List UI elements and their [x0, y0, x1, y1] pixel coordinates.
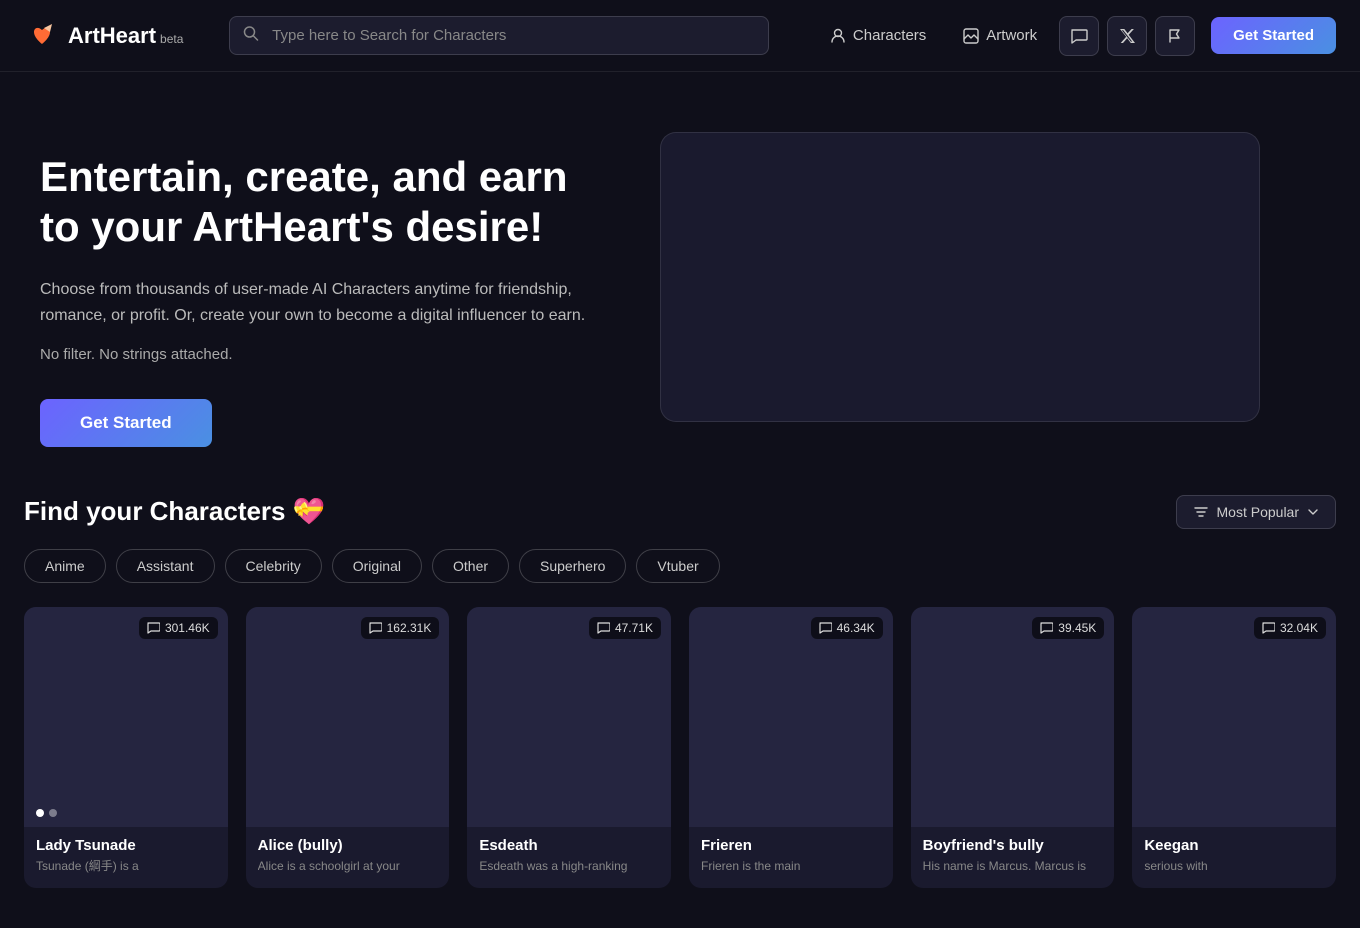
nav-right: Characters Artwork Get Started — [815, 16, 1336, 56]
nav-get-started-button[interactable]: Get Started — [1211, 17, 1336, 54]
card-image: 39.45K — [911, 607, 1115, 827]
card-dots — [36, 809, 57, 817]
filter-tag-celebrity[interactable]: Celebrity — [225, 549, 322, 583]
twitter-x-icon — [1119, 28, 1135, 44]
hero-section: Entertain, create, and earn to your ArtH… — [0, 72, 1360, 487]
card-name: Esdeath — [479, 837, 659, 854]
hero-tagline: No filter. No strings attached. — [40, 346, 600, 363]
characters-nav-icon — [829, 27, 847, 45]
card-body: Esdeath Esdeath was a high-ranking — [467, 827, 671, 889]
filter-tag-superhero[interactable]: Superhero — [519, 549, 626, 583]
card-description: Alice is a schoolgirl at your — [258, 858, 438, 875]
card-4[interactable]: 46.34K Frieren Frieren is the main — [689, 607, 893, 889]
card-image: 162.31K — [246, 607, 450, 827]
card-3[interactable]: 47.71K Esdeath Esdeath was a high-ranking — [467, 607, 671, 889]
card-count-badge: 301.46K — [139, 617, 218, 639]
card-count-badge: 47.71K — [589, 617, 661, 639]
find-characters-section: Find your Characters 💝 Most Popular Anim… — [0, 487, 1360, 583]
card-2[interactable]: 162.31K Alice (bully) Alice is a schoolgir… — [246, 607, 450, 889]
brand-name: ArtHeartbeta — [68, 23, 183, 49]
card-6[interactable]: 32.04K Keegan serious with — [1132, 607, 1336, 889]
twitter-icon-btn[interactable] — [1107, 16, 1147, 56]
card-1[interactable]: 301.46K Lady Tsunade Tsunade (綱手) is a — [24, 607, 228, 889]
flag-icon — [1167, 28, 1183, 44]
card-name: Lady Tsunade — [36, 837, 216, 854]
search-icon — [243, 25, 259, 46]
card-body: Frieren Frieren is the main — [689, 827, 893, 889]
card-image: 301.46K — [24, 607, 228, 827]
card-count-badge: 162.31K — [361, 617, 440, 639]
card-count-badge: 46.34K — [811, 617, 883, 639]
card-name: Frieren — [701, 837, 881, 854]
card-5[interactable]: 39.45K Boyfriend's bully His name is Marcu… — [911, 607, 1115, 889]
section-title: Find your Characters 💝 — [24, 496, 325, 527]
hero-text-area: Entertain, create, and earn to your ArtH… — [40, 132, 600, 447]
logo-icon — [24, 18, 60, 54]
card-description: Esdeath was a high-ranking — [479, 858, 659, 875]
chat-icon — [1070, 27, 1088, 45]
filter-tag-assistant[interactable]: Assistant — [116, 549, 215, 583]
hero-get-started-button[interactable]: Get Started — [40, 399, 212, 447]
card-name: Boyfriend's bully — [923, 837, 1103, 854]
cards-grid: 301.46K Lady Tsunade Tsunade (綱手) is a 162.… — [0, 607, 1360, 928]
card-description: Tsunade (綱手) is a — [36, 858, 216, 875]
navbar: ArtHeartbeta Characters Artwork Get Star… — [0, 0, 1360, 72]
card-body: Alice (bully) Alice is a schoolgirl at yo… — [246, 827, 450, 889]
chat-icon-btn[interactable] — [1059, 16, 1099, 56]
sort-label: Most Popular — [1217, 504, 1299, 520]
filter-tag-vtuber[interactable]: Vtuber — [636, 549, 719, 583]
filter-tag-other[interactable]: Other — [432, 549, 509, 583]
card-count-badge: 32.04K — [1254, 617, 1326, 639]
hero-image — [660, 132, 1260, 422]
filter-tag-anime[interactable]: Anime — [24, 549, 106, 583]
sort-icon — [1193, 504, 1209, 520]
card-image: 32.04K — [1132, 607, 1336, 827]
hero-description: Choose from thousands of user-made AI Ch… — [40, 277, 600, 330]
hero-title: Entertain, create, and earn to your ArtH… — [40, 152, 600, 253]
card-body: Boyfriend's bully His name is Marcus. Mar… — [911, 827, 1115, 889]
section-header: Find your Characters 💝 Most Popular — [24, 495, 1336, 529]
card-body: Lady Tsunade Tsunade (綱手) is a — [24, 827, 228, 889]
artwork-nav-icon — [962, 27, 980, 45]
card-name: Alice (bully) — [258, 837, 438, 854]
card-description: Frieren is the main — [701, 858, 881, 875]
search-input[interactable] — [229, 16, 769, 55]
sort-dropdown[interactable]: Most Popular — [1176, 495, 1336, 529]
logo-area[interactable]: ArtHeartbeta — [24, 18, 183, 54]
card-description: serious with — [1144, 858, 1324, 875]
nav-characters-link[interactable]: Characters — [815, 19, 940, 53]
card-name: Keegan — [1144, 837, 1324, 854]
card-count-badge: 39.45K — [1032, 617, 1104, 639]
filter-tag-original[interactable]: Original — [332, 549, 422, 583]
card-image: 47.71K — [467, 607, 671, 827]
card-image: 46.34K — [689, 607, 893, 827]
nav-artwork-link[interactable]: Artwork — [948, 19, 1051, 53]
flag-icon-btn[interactable] — [1155, 16, 1195, 56]
filter-tags: Anime Assistant Celebrity Original Other Supe… — [24, 549, 1336, 583]
chevron-down-icon — [1307, 506, 1319, 518]
search-bar — [229, 16, 769, 55]
card-description: His name is Marcus. Marcus is — [923, 858, 1103, 875]
card-body: Keegan serious with — [1132, 827, 1336, 889]
